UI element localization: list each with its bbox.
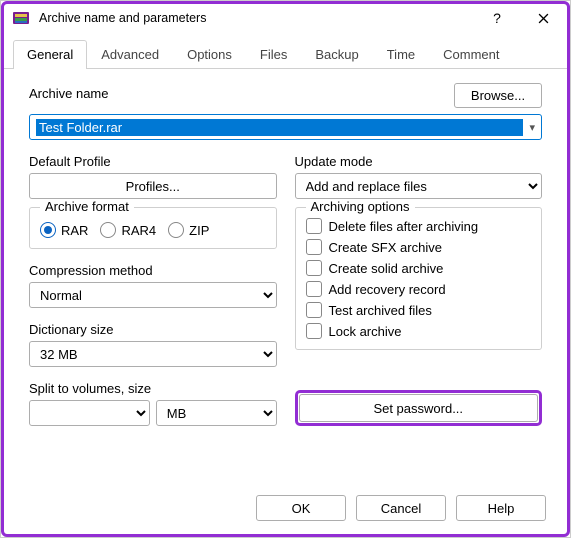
tab-content: Archive name Browse... Test Folder.rar ▾… xyxy=(1,69,570,483)
radio-zip-label: ZIP xyxy=(189,223,209,238)
radio-zip[interactable]: ZIP xyxy=(168,222,209,238)
checkbox-icon xyxy=(306,260,322,276)
browse-button[interactable]: Browse... xyxy=(454,83,542,108)
right-column: Update mode Add and replace files Archiv… xyxy=(295,154,543,426)
tab-comment[interactable]: Comment xyxy=(429,40,513,69)
option-lock-archive[interactable]: Lock archive xyxy=(306,323,532,339)
option-add-recovery[interactable]: Add recovery record xyxy=(306,281,532,297)
archiving-options-label: Archiving options xyxy=(306,199,415,214)
split-volumes-label: Split to volumes, size xyxy=(29,381,277,396)
chevron-down-icon: ▾ xyxy=(523,121,535,134)
tab-backup[interactable]: Backup xyxy=(301,40,372,69)
title-bar: Archive name and parameters ? xyxy=(1,1,570,35)
option-delete-after[interactable]: Delete files after archiving xyxy=(306,218,532,234)
close-icon xyxy=(538,13,549,24)
archiving-options-group: Archiving options Delete files after arc… xyxy=(295,207,543,350)
set-password-button[interactable]: Set password... xyxy=(299,394,539,422)
checkbox-icon xyxy=(306,323,322,339)
compression-method-select[interactable]: Normal xyxy=(29,282,277,308)
checkbox-icon xyxy=(306,239,322,255)
radio-rar4-label: RAR4 xyxy=(121,223,156,238)
close-button[interactable] xyxy=(520,4,566,32)
checkbox-icon xyxy=(306,281,322,297)
help-button-footer[interactable]: Help xyxy=(456,495,546,521)
compression-method-label: Compression method xyxy=(29,263,277,278)
tab-options[interactable]: Options xyxy=(173,40,246,69)
archive-name-input[interactable]: Test Folder.rar ▾ xyxy=(29,114,542,140)
option-label: Create SFX archive xyxy=(329,240,442,255)
radio-rar[interactable]: RAR xyxy=(40,222,88,238)
option-test-archived[interactable]: Test archived files xyxy=(306,302,532,318)
tab-files[interactable]: Files xyxy=(246,40,301,69)
option-create-sfx[interactable]: Create SFX archive xyxy=(306,239,532,255)
left-column: Default Profile Profiles... Archive form… xyxy=(29,154,277,426)
option-label: Add recovery record xyxy=(329,282,446,297)
tab-time[interactable]: Time xyxy=(373,40,429,69)
window-title: Archive name and parameters xyxy=(39,11,474,25)
profiles-button[interactable]: Profiles... xyxy=(29,173,277,199)
dialog-footer: OK Cancel Help xyxy=(1,483,570,537)
dialog-window: Archive name and parameters ? General Ad… xyxy=(0,0,571,538)
default-profile-label: Default Profile xyxy=(29,154,277,169)
option-label: Delete files after archiving xyxy=(329,219,479,234)
checkbox-icon xyxy=(306,218,322,234)
archive-name-label: Archive name xyxy=(29,86,442,101)
update-mode-select[interactable]: Add and replace files xyxy=(295,173,543,199)
split-volumes-unit-select[interactable]: MB xyxy=(156,400,277,426)
option-label: Lock archive xyxy=(329,324,402,339)
cancel-button[interactable]: Cancel xyxy=(356,495,446,521)
radio-icon xyxy=(40,222,56,238)
radio-rar4[interactable]: RAR4 xyxy=(100,222,156,238)
tab-general[interactable]: General xyxy=(13,40,87,69)
archive-format-group: Archive format RAR RAR4 ZIP xyxy=(29,207,277,249)
app-icon xyxy=(13,10,29,26)
split-volumes-size-select[interactable] xyxy=(29,400,150,426)
archive-format-label: Archive format xyxy=(40,199,134,214)
option-label: Create solid archive xyxy=(329,261,444,276)
help-button[interactable]: ? xyxy=(474,4,520,32)
tab-advanced[interactable]: Advanced xyxy=(87,40,173,69)
radio-icon xyxy=(100,222,116,238)
update-mode-label: Update mode xyxy=(295,154,543,169)
radio-rar-label: RAR xyxy=(61,223,88,238)
radio-icon xyxy=(168,222,184,238)
ok-button[interactable]: OK xyxy=(256,495,346,521)
option-label: Test archived files xyxy=(329,303,432,318)
option-create-solid[interactable]: Create solid archive xyxy=(306,260,532,276)
dictionary-size-label: Dictionary size xyxy=(29,322,277,337)
dictionary-size-select[interactable]: 32 MB xyxy=(29,341,277,367)
archive-name-value: Test Folder.rar xyxy=(36,119,523,136)
annotation-set-password-highlight: Set password... xyxy=(295,390,543,426)
tab-strip: General Advanced Options Files Backup Ti… xyxy=(1,35,570,69)
checkbox-icon xyxy=(306,302,322,318)
